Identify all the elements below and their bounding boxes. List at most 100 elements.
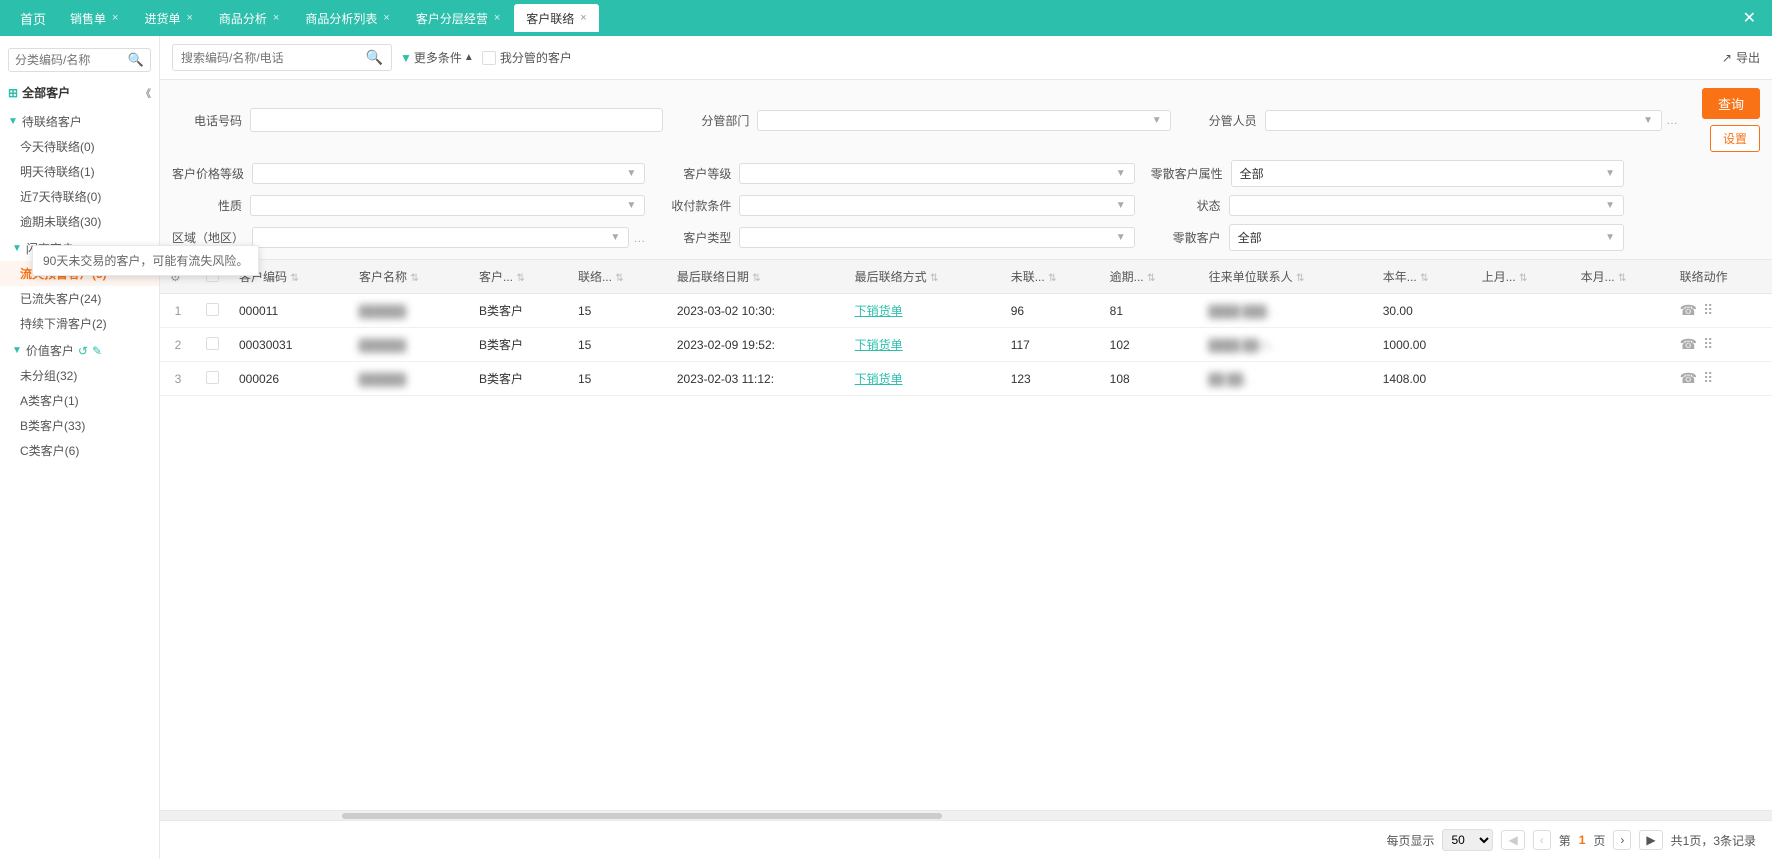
sort-ty-icon: ⇅ [1420, 273, 1428, 284]
row3-contact-icon[interactable]: ☎ [1680, 370, 1697, 387]
tab-customer-segment[interactable]: 客户分层经营 × [404, 4, 512, 32]
row2-method-link[interactable]: 下销货单 [855, 338, 903, 352]
main-search-box[interactable]: 🔍 [172, 44, 392, 71]
col-not-contacted[interactable]: 未联... ⇅ [1001, 260, 1100, 294]
customer-level-label: 客户等级 [661, 165, 731, 182]
sidebar-all-customers[interactable]: ⊞ 全部客户 《 [0, 80, 159, 105]
customer-level-select[interactable]: ▼ [739, 163, 1134, 184]
sidebar-item-declining[interactable]: 持续下滑客户(2) [0, 311, 159, 336]
nature-select[interactable]: ▼ [250, 195, 645, 216]
sidebar-item-tomorrow[interactable]: 明天待联络(1) [0, 159, 159, 184]
row1-date: 2023-03-02 10:30: [667, 294, 845, 328]
scrollbar-thumb[interactable] [342, 813, 942, 819]
sidebar-item-c-class[interactable]: C类客户(6) [0, 438, 159, 463]
sidebar-item-churned[interactable]: 已流失客户(24) [0, 286, 159, 311]
retail-attr-select[interactable]: 全部 ▼ [1231, 160, 1624, 187]
col-name[interactable]: 客户名称 ⇅ [349, 260, 469, 294]
page-label-di: 第 [1559, 832, 1571, 849]
edit-icon[interactable]: ✎ [92, 344, 102, 358]
tab-home[interactable]: 首页 [8, 9, 58, 28]
col-overdue[interactable]: 逾期... ⇅ [1100, 260, 1199, 294]
col-this-year[interactable]: 本年... ⇅ [1373, 260, 1472, 294]
tab-analysis-list[interactable]: 商品分析列表 × [293, 4, 401, 32]
row-checkbox-1[interactable] [196, 294, 229, 328]
filter-field-retail: 零散客户 全部 ▼ [1151, 224, 1624, 251]
dept-select[interactable]: ▼ [757, 110, 1170, 131]
sidebar-search-input[interactable] [15, 53, 128, 67]
row1-method[interactable]: 下销货单 [845, 294, 1001, 328]
payment-select[interactable]: ▼ [739, 195, 1134, 216]
tab-customer-contact[interactable]: 客户联络 × [514, 4, 598, 32]
col-this-month[interactable]: 本月... ⇅ [1571, 260, 1670, 294]
my-customers-checkbox[interactable]: 我分管的客户 [482, 49, 572, 66]
retail-select[interactable]: 全部 ▼ [1229, 224, 1624, 251]
region-select[interactable]: ▼ [252, 227, 629, 248]
row3-method-link[interactable]: 下销货单 [855, 372, 903, 386]
per-page-select[interactable]: 50 100 200 [1442, 829, 1493, 851]
phone-input[interactable] [250, 108, 663, 132]
main-search-input[interactable] [181, 51, 366, 65]
row2-checkbox-icon[interactable] [206, 337, 219, 350]
status-select[interactable]: ▼ [1229, 195, 1624, 216]
row3-method[interactable]: 下销货单 [845, 362, 1001, 396]
row3-checkbox-icon[interactable] [206, 371, 219, 384]
first-page-btn[interactable]: ◀ [1501, 830, 1524, 850]
last-page-btn[interactable]: ▶ [1639, 830, 1662, 850]
row-checkbox-2[interactable] [196, 328, 229, 362]
row1-checkbox-icon[interactable] [206, 303, 219, 316]
row2-method[interactable]: 下销货单 [845, 328, 1001, 362]
dept-select-arrow: ▼ [1152, 115, 1162, 126]
col-last-contact-method[interactable]: 最后联络方式 ⇅ [845, 260, 1001, 294]
person-select[interactable]: ▼ [1265, 110, 1662, 131]
ctype-select[interactable]: ▼ [739, 227, 1134, 248]
more-conditions-btn[interactable]: ▼ 更多条件 ▲ [400, 49, 474, 66]
sidebar-pending-title[interactable]: ▼ 待联络客户 [0, 109, 159, 134]
row-checkbox-3[interactable] [196, 362, 229, 396]
refresh-icon[interactable]: ↺ [78, 344, 88, 358]
query-button[interactable]: 查询 [1702, 88, 1760, 119]
col-last-contact-date[interactable]: 最后联络日期 ⇅ [667, 260, 845, 294]
tab-purchase[interactable]: 进货单 × [132, 4, 204, 32]
sidebar-item-overdue[interactable]: 逾期未联络(30) [0, 209, 159, 234]
table-row: 2 00030031 ██████ B类客户 15 2023-02-09 19:… [160, 328, 1772, 362]
sidebar-item-today[interactable]: 今天待联络(0) [0, 134, 159, 159]
person-dots[interactable]: … [1666, 113, 1678, 127]
next-page-btn[interactable]: › [1613, 830, 1631, 850]
row1-method-link[interactable]: 下销货单 [855, 304, 903, 318]
sidebar-search-box[interactable]: 🔍 [8, 48, 151, 72]
sidebar-item-a-class[interactable]: A类客户(1) [0, 388, 159, 413]
tab-analysis-close[interactable]: × [273, 12, 279, 24]
sidebar-item-ungrouped[interactable]: 未分组(32) [0, 363, 159, 388]
sidebar-value-section: ▼ 价值客户 ↺ ✎ 未分组(32) A类客户(1) B类客户(33) C类客户… [0, 338, 159, 463]
export-btn[interactable]: ↗ 导出 [1722, 49, 1760, 66]
main-search-icon[interactable]: 🔍 [366, 49, 383, 66]
col-unit-contact[interactable]: 往来单位联系人 ⇅ [1199, 260, 1373, 294]
filter-row-2: 客户价格等级 ▼ 客户等级 ▼ 零散客户属性 全部 [172, 160, 1760, 187]
tab-customer-segment-close[interactable]: × [494, 12, 500, 24]
tab-customer-contact-close[interactable]: × [580, 12, 586, 24]
row2-contact-icon[interactable]: ☎ [1680, 336, 1697, 353]
col-contact-count[interactable]: 联络... ⇅ [568, 260, 667, 294]
sidebar-collapse-icon[interactable]: 《 [141, 85, 151, 100]
horizontal-scrollbar[interactable] [160, 810, 1772, 820]
row2-more-icon[interactable]: ⠿ [1703, 336, 1713, 353]
row1-more-icon[interactable]: ⠿ [1703, 302, 1713, 319]
sidebar-item-7days[interactable]: 近7天待联络(0) [0, 184, 159, 209]
col-customer-type[interactable]: 客户... ⇅ [469, 260, 568, 294]
region-dots[interactable]: … [633, 231, 645, 245]
tab-sales-close[interactable]: × [112, 12, 118, 24]
settings-button[interactable]: 设置 [1710, 125, 1760, 152]
row3-more-icon[interactable]: ⠿ [1703, 370, 1713, 387]
price-level-select[interactable]: ▼ [252, 163, 645, 184]
row1-contact-icon[interactable]: ☎ [1680, 302, 1697, 319]
close-window-icon[interactable]: ✕ [1735, 8, 1764, 28]
tab-analysis-list-close[interactable]: × [383, 12, 389, 24]
prev-page-btn[interactable]: ‹ [1533, 830, 1551, 850]
tab-purchase-close[interactable]: × [186, 12, 192, 24]
sidebar-value-title[interactable]: ▼ 价值客户 ↺ ✎ [0, 338, 159, 363]
sidebar-item-b-class[interactable]: B类客户(33) [0, 413, 159, 438]
table-row: 3 000026 ██████ B类客户 15 2023-02-03 11:12… [160, 362, 1772, 396]
tab-sales[interactable]: 销售单 × [58, 4, 130, 32]
tab-analysis[interactable]: 商品分析 × [207, 4, 291, 32]
col-last-month[interactable]: 上月... ⇅ [1472, 260, 1571, 294]
